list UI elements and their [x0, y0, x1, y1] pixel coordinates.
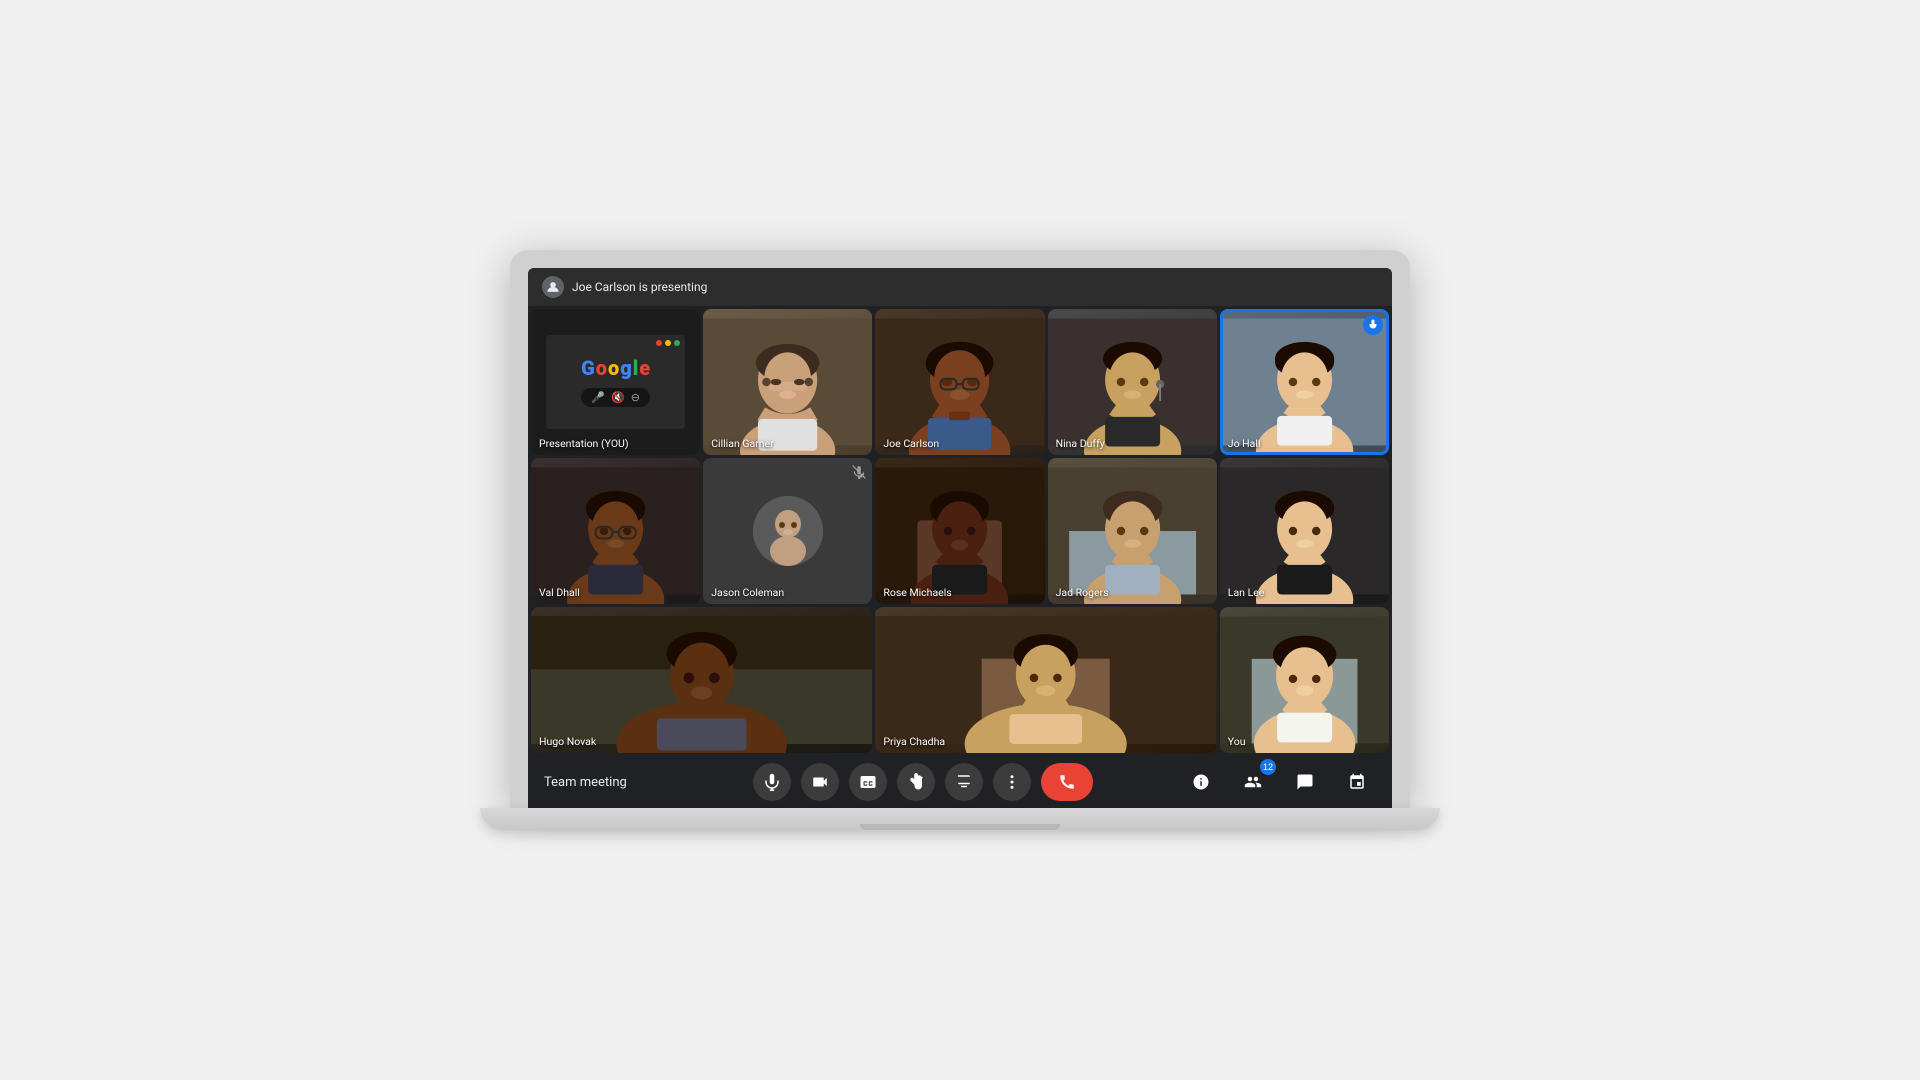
meet-container: Joe Carlson is presenting [528, 268, 1392, 808]
bottom-toolbar: Team meeting [528, 756, 1392, 808]
main-video-grid: G o o g l e 🎤 🔇 ⊖ [528, 306, 1392, 756]
tile-jason: Jason Coleman [703, 458, 872, 604]
tile-you: You [1220, 607, 1389, 753]
activities-button[interactable] [1338, 763, 1376, 801]
participants-badge: 12 [1260, 759, 1276, 775]
laptop-outer: Joe Carlson is presenting [510, 250, 1410, 830]
info-button[interactable] [1182, 763, 1220, 801]
presenter-text: Joe Carlson is presenting [572, 280, 707, 294]
toolbar-center [753, 763, 1093, 801]
tile-jo-speaking-indicator [1363, 315, 1383, 335]
chat-button[interactable] [1286, 763, 1324, 801]
tile-rose: Rose Michaels [875, 458, 1044, 604]
tile-priya: Priya Chadha [875, 607, 1216, 753]
camera-button[interactable] [801, 763, 839, 801]
toolbar-right: 12 [1182, 763, 1376, 801]
mic-button[interactable] [753, 763, 791, 801]
more-options-button[interactable] [993, 763, 1031, 801]
present-button[interactable] [945, 763, 983, 801]
tile-cillian: Cillian Garner [703, 309, 872, 455]
tile-hugo: Hugo Novak [531, 607, 872, 753]
laptop-base [480, 808, 1440, 830]
laptop-screen-bezel: Joe Carlson is presenting [510, 250, 1410, 808]
meeting-title: Team meeting [544, 775, 664, 790]
laptop-screen: Joe Carlson is presenting [528, 268, 1392, 808]
tile-presentation: G o o g l e 🎤 🔇 ⊖ [531, 309, 700, 455]
tile-lan: Lan Lee [1220, 458, 1389, 604]
raise-hand-button[interactable] [897, 763, 935, 801]
presenter-bar: Joe Carlson is presenting [528, 268, 1392, 306]
captions-button[interactable] [849, 763, 887, 801]
presenter-avatar [542, 276, 564, 298]
tile-jad: Jad Rogers [1048, 458, 1217, 604]
tile-joe: Joe Carlson [875, 309, 1044, 455]
tile-jo: Jo Hall [1220, 309, 1389, 455]
participants-button[interactable]: 12 [1234, 763, 1272, 801]
tile-jason-mute-indicator [852, 464, 866, 483]
tile-nina: Nina Duffy [1048, 309, 1217, 455]
tile-val: Val Dhall [531, 458, 700, 604]
end-call-button[interactable] [1041, 763, 1093, 801]
